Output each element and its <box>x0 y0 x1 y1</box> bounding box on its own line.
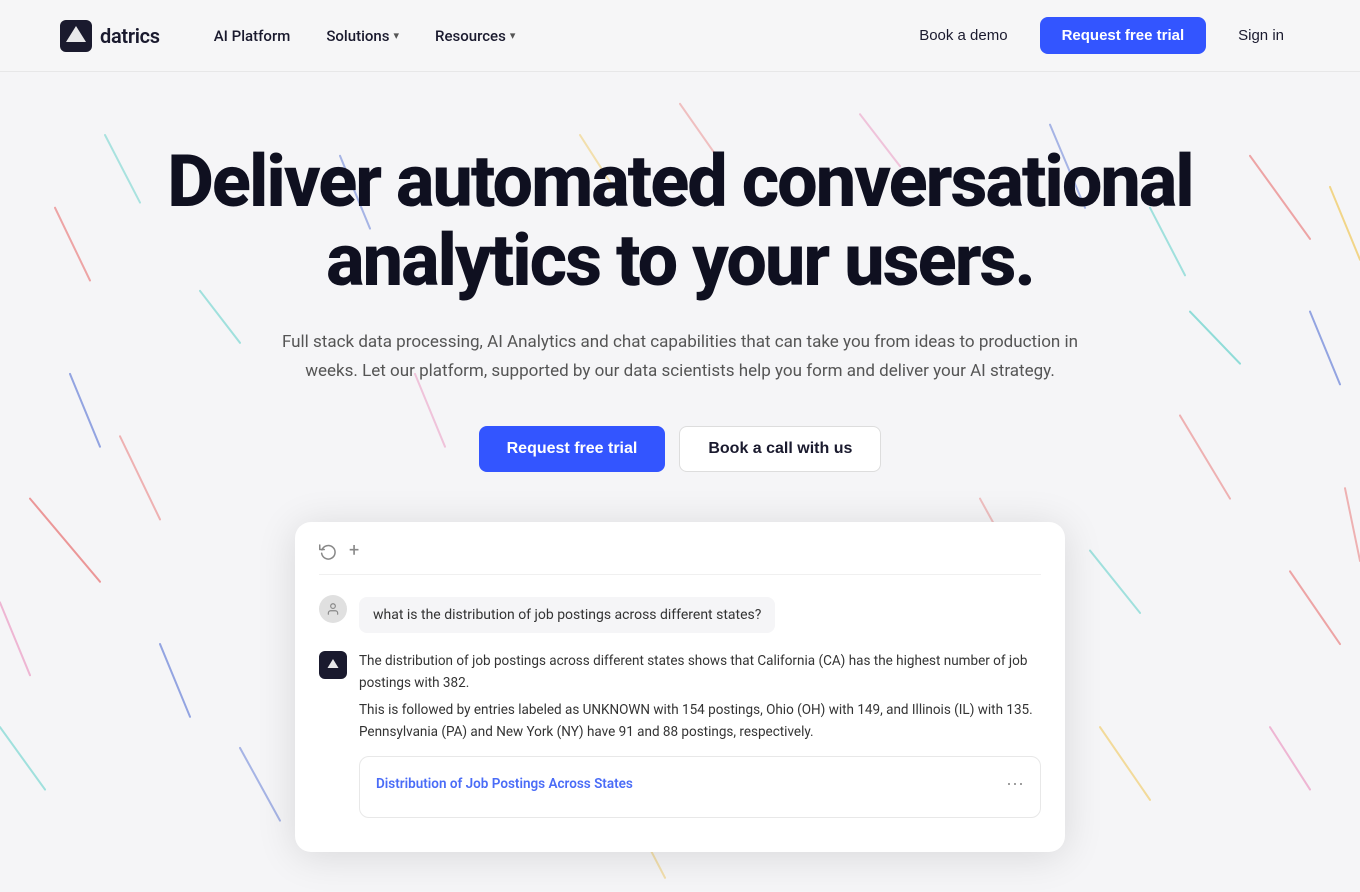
navbar: datrics AI Platform Solutions ▾ Resource… <box>0 0 1360 72</box>
hero-title: Deliver automated conversational analyti… <box>130 142 1230 300</box>
chart-card: Distribution of Job Postings Across Stat… <box>359 756 1041 819</box>
nav-solutions-chevron-icon: ▾ <box>393 29 399 42</box>
user-question-text: what is the distribution of job postings… <box>359 597 775 633</box>
hero-section: Deliver automated conversational analyti… <box>0 72 1360 892</box>
nav-items: AI Platform Solutions ▾ Resources ▾ <box>200 19 903 53</box>
request-trial-hero-button[interactable]: Request free trial <box>479 426 666 472</box>
logo[interactable]: datrics <box>60 20 160 52</box>
bot-response-line-1: The distribution of job postings across … <box>359 651 1041 694</box>
bot-avatar-icon <box>319 651 347 679</box>
nav-solutions[interactable]: Solutions ▾ <box>312 19 413 53</box>
chart-card-header: Distribution of Job Postings Across Stat… <box>376 771 1024 800</box>
chat-toolbar: + <box>319 542 1041 575</box>
nav-resources[interactable]: Resources ▾ <box>421 19 529 53</box>
user-avatar-icon <box>319 595 347 623</box>
nav-ai-platform[interactable]: AI Platform <box>200 19 305 53</box>
hero-buttons: Request free trial Book a call with us <box>100 426 1260 472</box>
hero-subtitle: Full stack data processing, AI Analytics… <box>280 328 1080 386</box>
history-icon[interactable] <box>319 542 339 562</box>
bot-response-text: The distribution of job postings across … <box>359 651 1041 818</box>
nav-resources-label: Resources <box>435 27 506 45</box>
nav-resources-chevron-icon: ▾ <box>510 29 516 42</box>
add-icon[interactable]: + <box>349 542 369 562</box>
book-demo-button[interactable]: Book a demo <box>903 19 1023 52</box>
chat-preview-window: + what is the distribution of job postin… <box>295 522 1065 852</box>
chart-menu-icon[interactable]: ⋯ <box>1006 771 1024 800</box>
logo-icon <box>60 20 92 52</box>
user-message: what is the distribution of job postings… <box>319 595 1041 633</box>
nav-right: Book a demo Request free trial Sign in <box>903 17 1300 54</box>
request-trial-nav-button[interactable]: Request free trial <box>1040 17 1207 54</box>
bot-response-line-2: This is followed by entries labeled as U… <box>359 700 1041 743</box>
nav-ai-platform-label: AI Platform <box>214 27 291 45</box>
nav-solutions-label: Solutions <box>326 27 389 45</box>
chart-card-title: Distribution of Job Postings Across Stat… <box>376 774 633 796</box>
logo-text: datrics <box>100 24 160 48</box>
bot-message: The distribution of job postings across … <box>319 651 1041 818</box>
book-call-hero-button[interactable]: Book a call with us <box>679 426 881 472</box>
sign-in-button[interactable]: Sign in <box>1222 19 1300 52</box>
